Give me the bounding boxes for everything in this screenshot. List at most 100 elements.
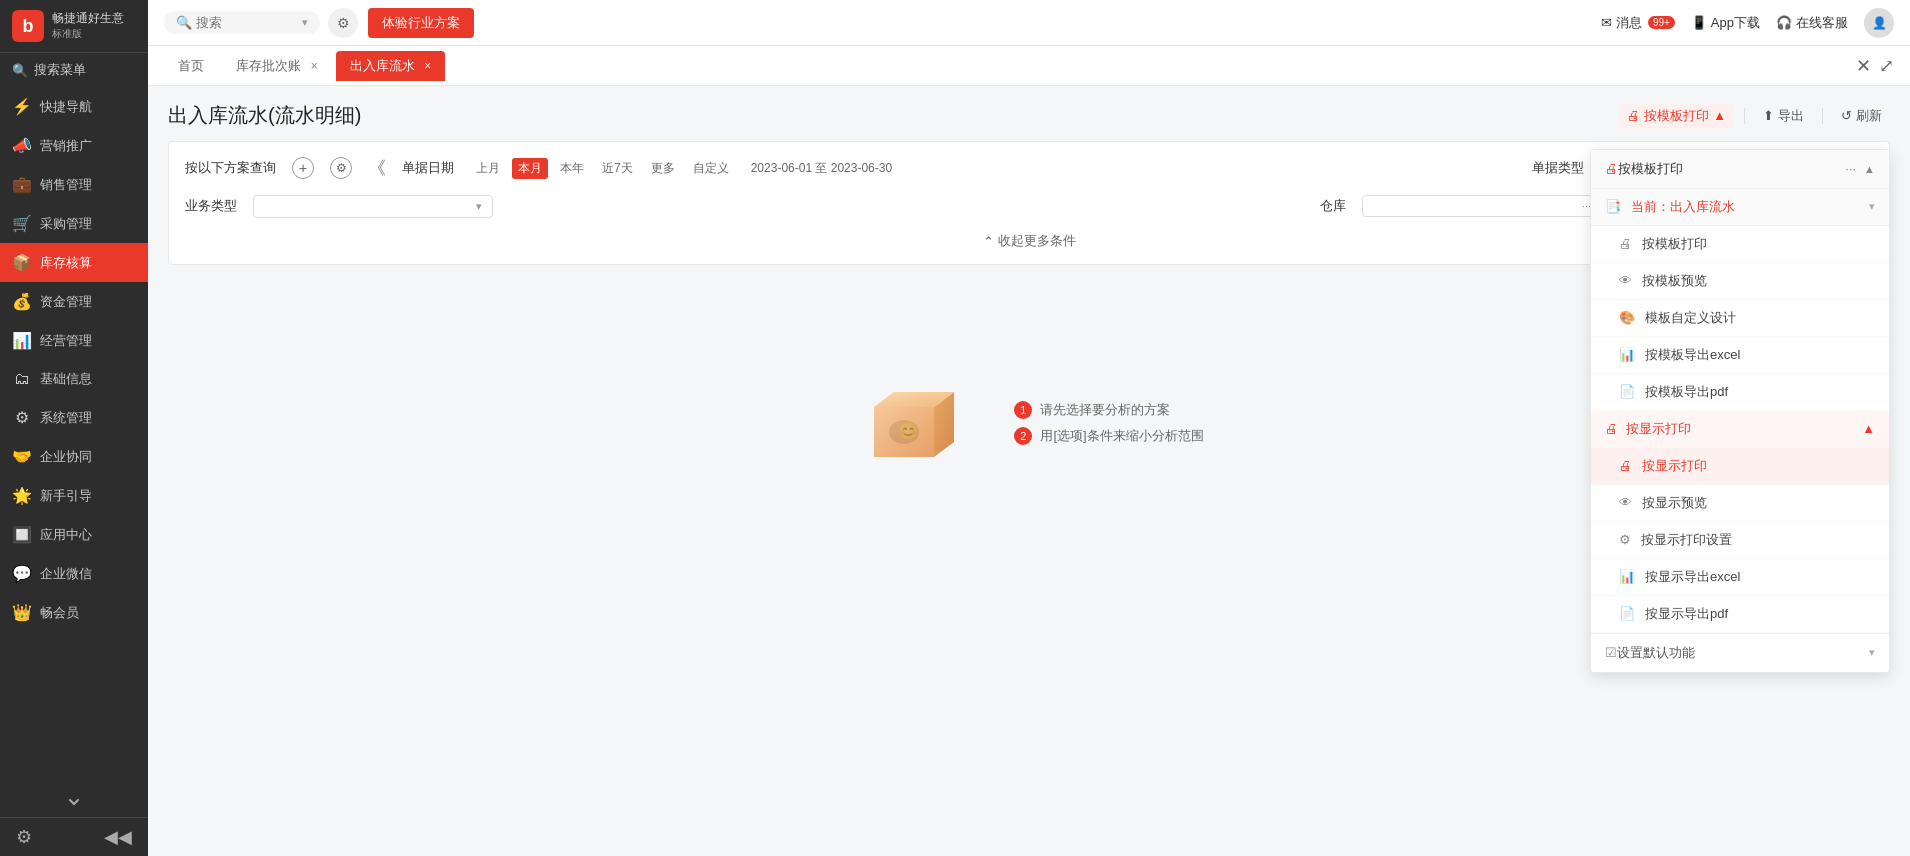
tab-inventory-flow[interactable]: 出入库流水 × — [336, 51, 446, 81]
user-icon: 👤 — [1872, 16, 1887, 30]
dropdown-display-print-settings[interactable]: ⚙ 按显示打印设置 — [1591, 522, 1889, 559]
date-label: 单据日期 — [402, 159, 454, 177]
logo-text: 畅捷通好生意 标准版 — [52, 11, 124, 41]
message-icon: ✉ — [1601, 15, 1612, 30]
sidebar-item-wechat[interactable]: 💬 企业微信 — [0, 554, 148, 593]
dropdown-print-icon: 🖨 — [1605, 161, 1618, 176]
topbar-search-input[interactable] — [196, 15, 296, 30]
dropdown-template-preview[interactable]: 👁 按模板预览 — [1591, 263, 1889, 300]
tab-batch-account[interactable]: 库存批次账 × — [222, 51, 332, 81]
empty-tip-1: 1 请先选择要分析的方案 — [1014, 401, 1203, 419]
newbie-icon: 🌟 — [12, 486, 32, 505]
message-btn[interactable]: ✉ 消息 99+ — [1601, 14, 1675, 32]
tab-batch-account-close[interactable]: × — [311, 59, 318, 73]
date-custom[interactable]: 自定义 — [687, 158, 735, 179]
tab-inventory-flow-close[interactable]: × — [424, 59, 431, 73]
sidebar-item-member[interactable]: 👑 畅会员 — [0, 593, 148, 632]
topbar: 🔍 ▾ ⚙ 体验行业方案 ✉ 消息 99+ 📱 App下载 🎧 在线客服 👤 — [148, 0, 1910, 46]
sidebar-search[interactable]: 🔍 搜索菜单 — [0, 53, 148, 87]
sidebar-collapse-icon[interactable]: ◀◀ — [104, 826, 132, 848]
headset-icon: 🎧 — [1776, 15, 1792, 30]
print-arrow-up: ▲ — [1713, 108, 1726, 123]
tabs-maximize-btn[interactable]: ⤢ — [1879, 55, 1894, 77]
empty-tips: 1 请先选择要分析的方案 2 用[选项]条件来缩小分析范围 — [1014, 401, 1203, 453]
current-template-icon: 📑 — [1605, 199, 1621, 214]
sidebar-item-sales[interactable]: 💼 销售管理 — [0, 165, 148, 204]
operation-icon: 📊 — [12, 331, 32, 350]
sidebar-scroll-down[interactable] — [0, 787, 148, 817]
warehouse-input[interactable]: ··· — [1362, 195, 1602, 217]
business-type-label: 业务类型 — [185, 197, 237, 215]
sidebar-item-system[interactable]: ⚙ 系统管理 — [0, 398, 148, 437]
sidebar-item-app-center[interactable]: 🔲 应用中心 — [0, 515, 148, 554]
display-section-icon: 🖨 — [1605, 421, 1618, 436]
topbar-search-arrow: ▾ — [302, 16, 308, 29]
display-preview-icon: 👁 — [1619, 495, 1632, 510]
dropdown-display-pdf[interactable]: 📄 按显示导出pdf — [1591, 596, 1889, 633]
business-type-arrow: ▾ — [476, 200, 482, 213]
date-more[interactable]: 更多 — [645, 158, 681, 179]
dropdown-more-icon[interactable]: ··· — [1845, 161, 1856, 176]
dropdown-set-default[interactable]: ☑ 设置默认功能 ▾ — [1591, 633, 1889, 672]
date-filter: 上月 本月 本年 近7天 更多 自定义 — [470, 158, 735, 179]
date-this-year[interactable]: 本年 — [554, 158, 590, 179]
export-icon: ⬆ — [1763, 108, 1774, 123]
online-service-btn[interactable]: 🎧 在线客服 — [1776, 14, 1848, 32]
print-dropdown-panel: 🖨 按模板打印 ··· ▲ 📑 当前：出入库流水 ▾ 🖨 按模板打印 — [1590, 149, 1890, 673]
dropdown-template-excel[interactable]: 📊 按模板导出excel — [1591, 337, 1889, 374]
dropdown-template-pdf[interactable]: 📄 按模板导出pdf — [1591, 374, 1889, 411]
page-title: 出入库流水(流水明细) — [168, 102, 361, 129]
sidebar-item-basic[interactable]: 🗂 基础信息 — [0, 360, 148, 398]
main-content: 出入库流水(流水明细) 🖨 按模板打印 ▲ ⬆ 导出 ↺ 刷新 🖨 按模板 — [148, 86, 1910, 856]
current-arrow: ▾ — [1869, 200, 1875, 213]
dropdown-template-custom[interactable]: 🎨 模板自定义设计 — [1591, 300, 1889, 337]
date-range: 2023-06-01 至 2023-06-30 — [751, 160, 892, 177]
date-current-month[interactable]: 本月 — [512, 158, 548, 179]
app-download-btn[interactable]: 📱 App下载 — [1691, 14, 1760, 32]
dropdown-display-excel[interactable]: 📊 按显示导出excel — [1591, 559, 1889, 596]
template-print-icon: 🖨 — [1619, 236, 1632, 251]
sidebar-item-inventory[interactable]: 📦 库存核算 — [0, 243, 148, 282]
dropdown-display-preview[interactable]: 👁 按显示预览 — [1591, 485, 1889, 522]
filter-collapse-btn[interactable]: 《 — [368, 156, 386, 180]
user-avatar[interactable]: 👤 — [1864, 8, 1894, 38]
tabs-bar: 首页 库存批次账 × 出入库流水 × ✕ ⤢ — [148, 46, 1910, 86]
display-excel-icon: 📊 — [1619, 569, 1635, 584]
sidebar-item-purchase[interactable]: 🛒 采购管理 — [0, 204, 148, 243]
refresh-btn[interactable]: ↺ 刷新 — [1833, 103, 1890, 129]
app-center-icon: 🔲 — [12, 525, 32, 544]
filter-settings-btn[interactable]: ⚙ — [330, 157, 352, 179]
sidebar-item-quick-nav[interactable]: ⚡ 快捷导航 — [0, 87, 148, 126]
search-icon: 🔍 — [12, 63, 28, 78]
sidebar-item-newbie[interactable]: 🌟 新手引导 — [0, 476, 148, 515]
sidebar-item-finance[interactable]: 💰 资金管理 — [0, 282, 148, 321]
footer-arrow: ▾ — [1869, 646, 1875, 659]
date-last-7-days[interactable]: 近7天 — [596, 158, 639, 179]
sidebar-item-operation[interactable]: 📊 经营管理 — [0, 321, 148, 360]
dropdown-collapse-arrow[interactable]: ▲ — [1864, 163, 1875, 175]
sidebar-item-marketing[interactable]: 📣 营销推广 — [0, 126, 148, 165]
logo-icon: b — [12, 10, 44, 42]
dropdown-current-item[interactable]: 📑 当前：出入库流水 ▾ — [1591, 189, 1889, 226]
sidebar-settings-icon[interactable]: ⚙ — [16, 826, 32, 848]
date-prev-month[interactable]: 上月 — [470, 158, 506, 179]
action-divider-2 — [1822, 108, 1823, 124]
sidebar-item-enterprise[interactable]: 🤝 企业协同 — [0, 437, 148, 476]
filter-add-btn[interactable]: + — [292, 157, 314, 179]
topbar-search-box[interactable]: 🔍 ▾ — [164, 11, 320, 34]
tabs-close-all-btn[interactable]: ✕ — [1856, 55, 1871, 77]
dropdown-display-section[interactable]: 🖨 按显示打印 ▲ — [1591, 411, 1889, 448]
set-default-icon: ☑ — [1605, 645, 1617, 660]
topbar-left: 🔍 ▾ ⚙ 体验行业方案 — [164, 8, 1601, 38]
dropdown-header: 🖨 按模板打印 ··· ▲ — [1591, 150, 1889, 189]
basic-icon: 🗂 — [12, 370, 32, 388]
page-actions: 🖨 按模板打印 ▲ ⬆ 导出 ↺ 刷新 🖨 按模板打印 ··· — [1619, 103, 1890, 129]
tab-home[interactable]: 首页 — [164, 51, 218, 81]
topbar-settings-btn[interactable]: ⚙ — [328, 8, 358, 38]
dropdown-display-print[interactable]: 🖨 按显示打印 — [1591, 448, 1889, 485]
print-template-btn[interactable]: 🖨 按模板打印 ▲ — [1619, 103, 1734, 129]
trial-industry-btn[interactable]: 体验行业方案 — [368, 8, 474, 38]
export-btn[interactable]: ⬆ 导出 — [1755, 103, 1812, 129]
dropdown-template-print[interactable]: 🖨 按模板打印 — [1591, 226, 1889, 263]
business-type-select[interactable]: ▾ — [253, 195, 493, 218]
